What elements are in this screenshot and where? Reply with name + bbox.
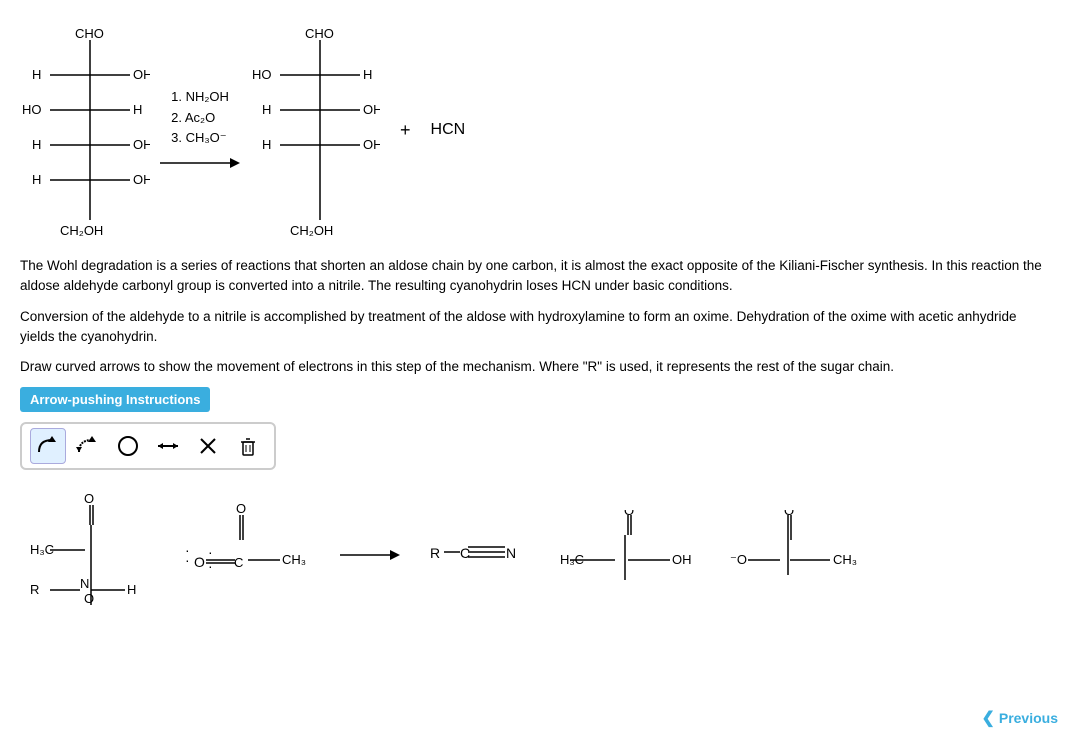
svg-text:H: H	[32, 137, 41, 152]
bidirectional-arrow-button[interactable]	[150, 428, 186, 464]
svg-text:O: O	[236, 501, 246, 516]
svg-text:OH: OH	[133, 67, 150, 82]
chevron-left-icon: ❮	[981, 708, 994, 728]
svg-text:CH₃: CH₃	[833, 552, 857, 567]
paragraph-2: Conversion of the aldehyde to a nitrile …	[20, 307, 1054, 348]
svg-text:N: N	[506, 545, 516, 561]
plus-sign: +	[400, 120, 411, 141]
svg-text:⁻O: ⁻O	[730, 552, 747, 567]
circle-icon	[114, 432, 142, 460]
svg-text:O: O	[784, 510, 794, 518]
svg-text:H: H	[127, 582, 136, 597]
svg-text:CHO: CHO	[305, 26, 334, 41]
svg-text:O: O	[194, 554, 205, 570]
molecule-1-svg: O H₃C N O R H	[30, 490, 150, 620]
svg-text:CH₃: CH₃	[282, 552, 306, 567]
mechanism-area: O H₃C N O R H · · · · O	[20, 490, 1054, 620]
svg-text:HO: HO	[252, 67, 272, 82]
svg-text:H: H	[262, 102, 271, 117]
mechanism-arrow-svg	[340, 545, 400, 565]
molecule-acetic-svg: O H₃C OH	[560, 510, 700, 600]
svg-text:H₃C: H₃C	[560, 552, 584, 567]
paragraph-1: The Wohl degradation is a series of reac…	[20, 256, 1054, 297]
svg-text:N: N	[80, 576, 89, 591]
svg-text:OH: OH	[363, 137, 380, 152]
svg-text:H: H	[32, 67, 41, 82]
right-structure-svg: CHO HO H H OH H OH CH₂OH	[250, 20, 380, 240]
bidirectional-arrow-icon	[154, 432, 182, 460]
svg-text:H₃C: H₃C	[30, 542, 54, 557]
molecule-2-svg: · · · · O O C CH₃	[180, 495, 310, 615]
svg-text:O: O	[84, 591, 94, 606]
svg-text:CH₂OH: CH₂OH	[290, 223, 333, 238]
svg-text:R: R	[30, 582, 39, 597]
svg-text:O: O	[84, 491, 94, 506]
trash-icon	[234, 432, 262, 460]
molecule-acetate-svg: ⁻O O CH₃	[730, 510, 870, 600]
trash-button[interactable]	[230, 428, 266, 464]
reagents-text: 1. NH₂OH 2. Ac₂O 3. CH₃O⁻	[171, 87, 229, 149]
svg-text:OH: OH	[133, 137, 150, 152]
svg-text:CHO: CHO	[75, 26, 104, 41]
tool-palette	[20, 422, 276, 470]
svg-text:·: ·	[185, 542, 190, 558]
svg-text:OH: OH	[133, 172, 150, 187]
reaction-area: CHO H OH HO H H OH H OH CH₂OH	[20, 10, 1054, 240]
svg-text:H: H	[133, 102, 142, 117]
instructions-button[interactable]: Arrow-pushing Instructions	[20, 387, 210, 412]
paragraph-3: Draw curved arrows to show the movement …	[20, 357, 1054, 377]
molecule-rcn-svg: R C N	[430, 530, 530, 580]
curved-arrow-2-button[interactable]	[70, 428, 106, 464]
svg-text:HO: HO	[22, 102, 42, 117]
reagents-area: 1. NH₂OH 2. Ac₂O 3. CH₃O⁻	[160, 87, 240, 173]
svg-text:H: H	[32, 172, 41, 187]
svg-text:C: C	[234, 555, 243, 570]
svg-text:CH₂OH: CH₂OH	[60, 223, 103, 238]
curved-arrow-1-button[interactable]	[30, 428, 66, 464]
svg-text:OH: OH	[672, 552, 692, 567]
previous-button[interactable]: ❮ Previous	[965, 698, 1074, 738]
svg-text:OH: OH	[363, 102, 380, 117]
curved-arrow-2-icon	[74, 432, 102, 460]
svg-text:O: O	[624, 510, 634, 518]
delete-icon	[194, 432, 222, 460]
svg-text:R: R	[430, 545, 440, 561]
left-structure-svg: CHO H OH HO H H OH H OH CH₂OH	[20, 20, 150, 240]
reaction-arrow-svg	[160, 153, 240, 173]
svg-text:H: H	[262, 137, 271, 152]
hcn-label: HCN	[431, 121, 466, 139]
main-content: CHO H OH HO H H OH H OH CH₂OH	[0, 0, 1074, 680]
circle-tool-button[interactable]	[110, 428, 146, 464]
svg-text:H: H	[363, 67, 372, 82]
curved-arrow-1-icon	[34, 432, 62, 460]
svg-text:C: C	[460, 545, 470, 561]
previous-label: Previous	[999, 710, 1058, 726]
delete-button[interactable]	[190, 428, 226, 464]
